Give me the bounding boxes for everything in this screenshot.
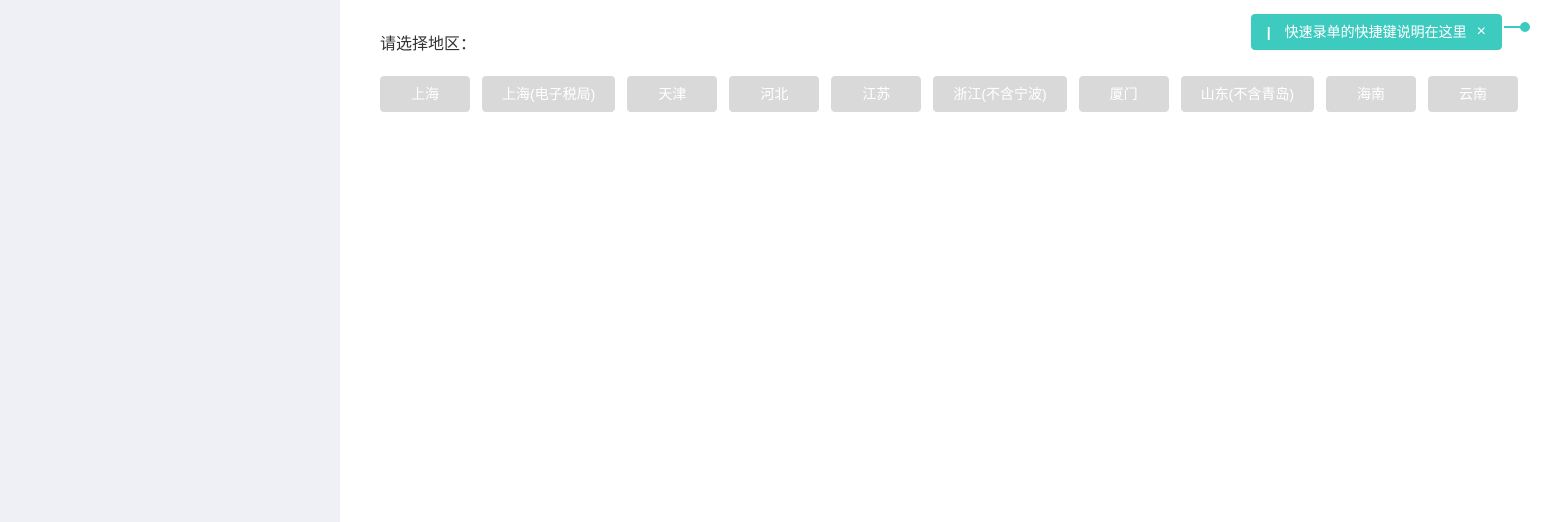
region-buttons: 上海上海(电子税局) 天津河北江苏浙江(不含宁波) 厦门山东(不含青岛) 海南云南 — [380, 76, 1522, 112]
region-btn-shanghai[interactable]: 上海 — [380, 76, 470, 112]
tooltip-close-button[interactable]: × — [1477, 24, 1486, 40]
region-btn-hebei[interactable]: 河北 — [729, 76, 819, 112]
tooltip-text: 快速录单的快捷键说明在这里 — [1285, 22, 1467, 42]
region-btn-xiamen[interactable]: 厦门 — [1079, 76, 1169, 112]
region-btn-zhejiang[interactable]: 浙江(不含宁波) — [933, 76, 1066, 112]
region-btn-shandong[interactable]: 山东(不含青岛) — [1181, 76, 1314, 112]
region-btn-shanghai-etax[interactable]: 上海(电子税局) — [482, 76, 615, 112]
left-sidebar — [0, 0, 340, 522]
region-btn-jiangsu[interactable]: 江苏 — [831, 76, 921, 112]
tooltip-dot — [1520, 22, 1530, 32]
region-btn-tianjin[interactable]: 天津 — [627, 76, 717, 112]
main-content: 请选择地区： 上海上海(电子税局)天津河北江苏浙江(不含宁波)厦门山东(不含青岛… — [340, 0, 1562, 522]
tooltip-banner: 快速录单的快捷键说明在这里 × — [1251, 14, 1502, 50]
region-btn-hainan[interactable]: 海南 — [1326, 76, 1416, 112]
region-btn-yunnan[interactable]: 云南 — [1428, 76, 1518, 112]
